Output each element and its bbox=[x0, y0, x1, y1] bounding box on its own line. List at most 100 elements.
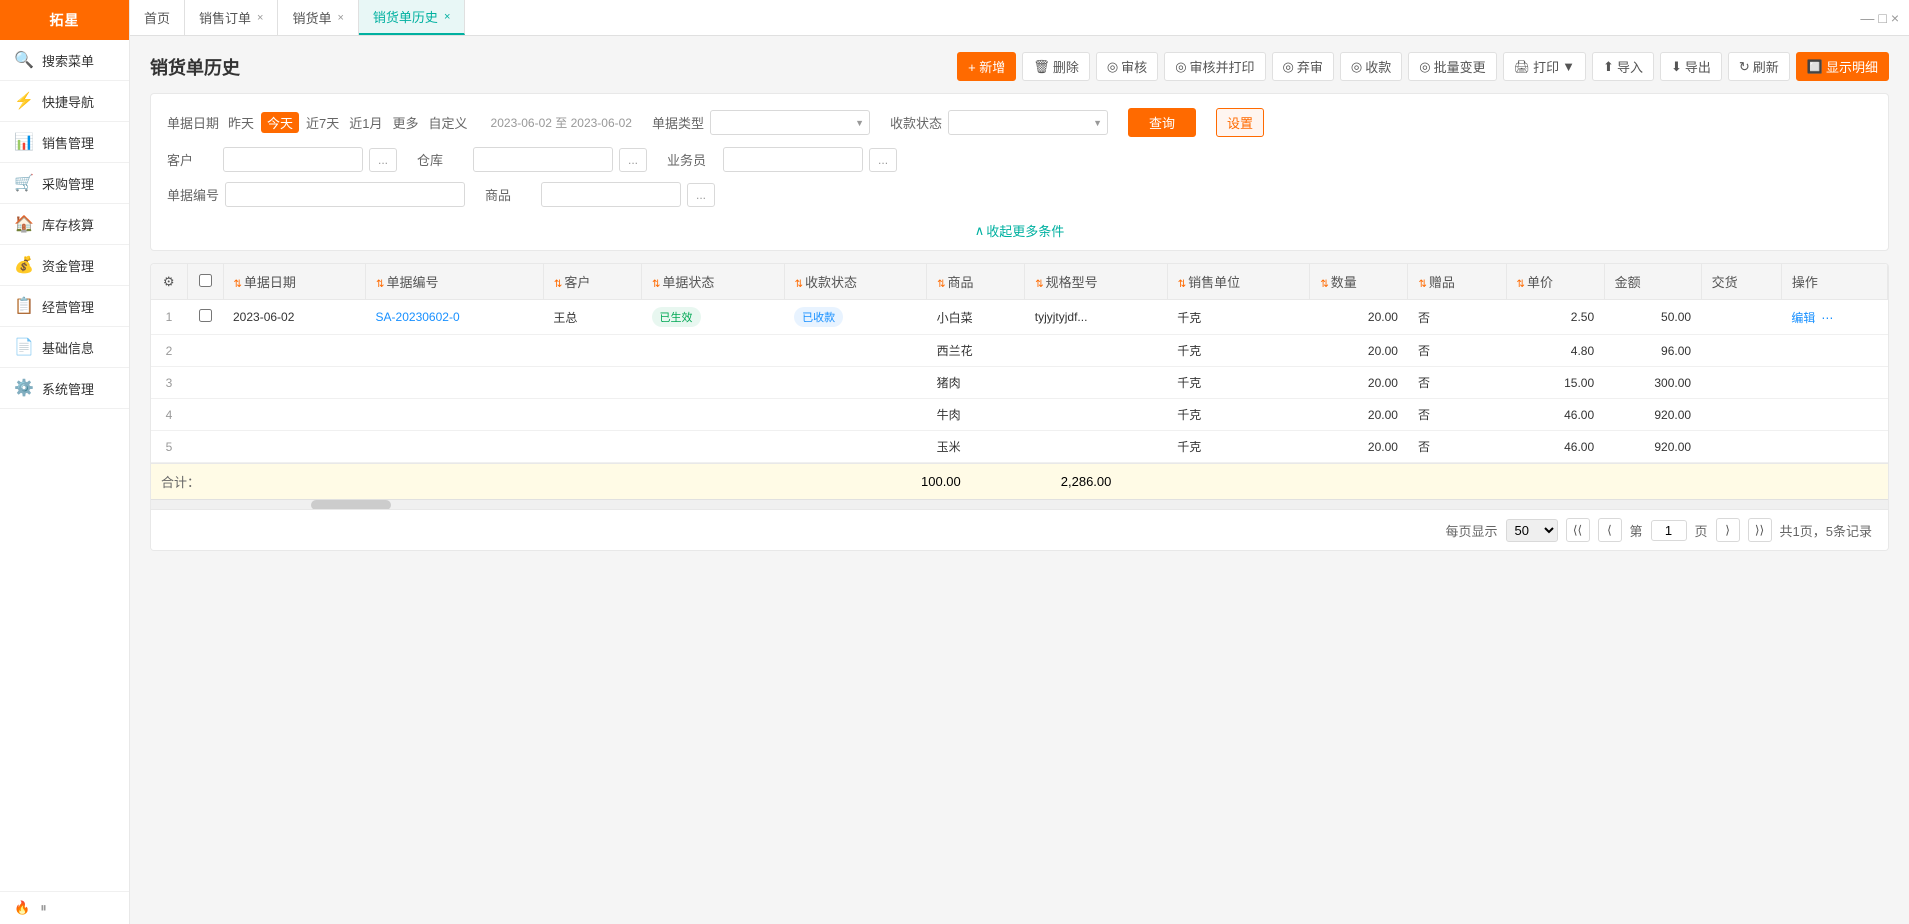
tab-sales-history-close[interactable]: × bbox=[444, 11, 450, 23]
cell-row-num: 5 bbox=[151, 431, 187, 463]
bill-status-badge: 已生效 bbox=[652, 307, 701, 327]
tab-home[interactable]: 首页 bbox=[130, 0, 185, 35]
first-page-button[interactable]: ⟨⟨ bbox=[1566, 518, 1590, 542]
th-gear[interactable]: ⚙ bbox=[151, 264, 187, 300]
th-gift[interactable]: ⇅赠品 bbox=[1408, 264, 1506, 300]
sidebar-item-sales-mgmt[interactable]: 📊 销售管理 bbox=[0, 122, 129, 163]
filter-bill-no-input[interactable] bbox=[225, 182, 465, 207]
select-all-checkbox[interactable] bbox=[199, 274, 212, 287]
sidebar-item-inventory[interactable]: 🏠 库存核算 bbox=[0, 204, 129, 245]
close-window-icon[interactable]: × bbox=[1891, 10, 1899, 26]
date-shortcut-yesterday[interactable]: 昨天 bbox=[225, 112, 257, 133]
filter-warehouse-ellipsis[interactable]: ... bbox=[619, 148, 647, 172]
row-checkbox[interactable] bbox=[199, 309, 212, 322]
date-shortcut-more[interactable]: 更多 bbox=[390, 112, 422, 133]
th-actions: 操作 bbox=[1781, 264, 1887, 300]
refresh-button[interactable]: ↻ 刷新 bbox=[1728, 52, 1790, 81]
sidebar-item-sys-mgmt[interactable]: ⚙️ 系统管理 bbox=[0, 368, 129, 409]
display-detail-button[interactable]: 🔲 显示明细 bbox=[1796, 52, 1889, 81]
filter-customer-input[interactable] bbox=[223, 147, 363, 172]
audit-print-button[interactable]: ◎ 审核并打印 bbox=[1164, 52, 1265, 81]
cell-qty: 20.00 bbox=[1310, 431, 1408, 463]
sidebar-item-finance-mgmt[interactable]: 💰 资金管理 bbox=[0, 245, 129, 286]
settings-button[interactable]: 设置 bbox=[1216, 108, 1264, 137]
th-customer[interactable]: ⇅客户 bbox=[543, 264, 641, 300]
th-unit[interactable]: ⇅销售单位 bbox=[1167, 264, 1310, 300]
abandon-button[interactable]: ◎ 弃审 bbox=[1272, 52, 1334, 81]
page-size-select[interactable]: 50 10 20 100 bbox=[1506, 519, 1558, 542]
maximize-icon[interactable]: □ bbox=[1878, 10, 1886, 26]
sidebar-fire-icon[interactable]: 🔥 bbox=[14, 900, 30, 916]
window-controls[interactable]: — □ × bbox=[1860, 10, 1909, 26]
export-button[interactable]: ⬇ 导出 bbox=[1660, 52, 1722, 81]
filter-collect-status-select[interactable] bbox=[948, 110, 1108, 135]
th-collect-status[interactable]: ⇅收款状态 bbox=[784, 264, 927, 300]
filter-salesperson-input[interactable] bbox=[723, 147, 863, 172]
th-bill-no[interactable]: ⇅单据编号 bbox=[366, 264, 544, 300]
date-shortcuts: 昨天 今天 近7天 近1月 更多 自定义 bbox=[225, 112, 471, 133]
tab-sales-order[interactable]: 销售订单 × bbox=[185, 0, 278, 35]
filter-goods-ellipsis[interactable]: ... bbox=[687, 183, 715, 207]
scrollbar-placeholder[interactable] bbox=[151, 499, 1888, 509]
more-link[interactable]: ⋯ bbox=[1821, 311, 1833, 325]
sidebar-item-ops-mgmt[interactable]: 📋 经营管理 bbox=[0, 286, 129, 327]
th-qty[interactable]: ⇅数量 bbox=[1310, 264, 1408, 300]
sidebar-item-purchase-mgmt[interactable]: 🛒 采购管理 bbox=[0, 163, 129, 204]
query-button[interactable]: 查询 bbox=[1128, 108, 1196, 137]
date-shortcut-7days[interactable]: 近7天 bbox=[303, 112, 342, 133]
bill-no-link[interactable]: SA-20230602-0 bbox=[376, 310, 460, 324]
page-number-input[interactable]: 1 bbox=[1651, 520, 1687, 541]
date-shortcut-today[interactable]: 今天 bbox=[261, 112, 299, 133]
prev-page-button[interactable]: ⟨ bbox=[1598, 518, 1622, 542]
tab-sales-goods-close[interactable]: × bbox=[337, 12, 343, 24]
th-goods[interactable]: ⇅商品 bbox=[927, 264, 1025, 300]
sidebar-item-quick-nav[interactable]: ⚡ 快捷导航 bbox=[0, 81, 129, 122]
cell-transaction bbox=[1701, 399, 1781, 431]
edit-link[interactable]: 编辑 bbox=[1791, 311, 1815, 325]
gear-icon[interactable]: ⚙ bbox=[163, 274, 175, 289]
filter-salesperson-ellipsis[interactable]: ... bbox=[869, 148, 897, 172]
filter-warehouse-input[interactable] bbox=[473, 147, 613, 172]
filter-row-1: 单据日期 昨天 今天 近7天 近1月 更多 自定义 2023-06-02 至 2… bbox=[167, 108, 1872, 137]
batch-change-button[interactable]: ◎ 批量变更 bbox=[1408, 52, 1496, 81]
th-bill-status[interactable]: ⇅单据状态 bbox=[642, 264, 785, 300]
th-price[interactable]: ⇅单价 bbox=[1506, 264, 1604, 300]
filter-customer-ellipsis[interactable]: ... bbox=[369, 148, 397, 172]
cell-checkbox[interactable] bbox=[187, 367, 223, 399]
page-label: 第 bbox=[1630, 521, 1643, 540]
audit-button[interactable]: ◎ 审核 bbox=[1096, 52, 1158, 81]
tab-sales-history[interactable]: 销货单历史 × bbox=[359, 0, 465, 35]
cell-checkbox[interactable] bbox=[187, 399, 223, 431]
th-spec[interactable]: ⇅规格型号 bbox=[1025, 264, 1168, 300]
collect-button[interactable]: ◎ 收款 bbox=[1340, 52, 1402, 81]
print-button[interactable]: 🖨 打印 ▼ bbox=[1503, 52, 1586, 81]
th-checkbox[interactable] bbox=[187, 264, 223, 300]
filter-type-select[interactable] bbox=[710, 110, 870, 135]
th-transaction[interactable]: 交货 bbox=[1701, 264, 1781, 300]
next-page-button[interactable]: ⟩ bbox=[1716, 518, 1740, 542]
delete-button[interactable]: 🗑 删除 bbox=[1022, 52, 1090, 81]
cell-qty: 20.00 bbox=[1310, 399, 1408, 431]
sidebar-pause-icon[interactable]: ⏸ bbox=[40, 900, 47, 916]
cell-date bbox=[223, 335, 366, 367]
cell-checkbox[interactable] bbox=[187, 335, 223, 367]
sidebar-item-search-menu[interactable]: 🔍 搜索菜单 bbox=[0, 40, 129, 81]
th-date[interactable]: ⇅单据日期 bbox=[223, 264, 366, 300]
last-page-button[interactable]: ⟩⟩ bbox=[1748, 518, 1772, 542]
filter-goods-input[interactable] bbox=[541, 182, 681, 207]
cell-goods: 玉米 bbox=[927, 431, 1025, 463]
sidebar-item-base-info[interactable]: 📄 基础信息 bbox=[0, 327, 129, 368]
import-button[interactable]: ⬆ 导入 bbox=[1592, 52, 1654, 81]
cell-checkbox[interactable] bbox=[187, 300, 223, 335]
cell-price: 4.80 bbox=[1506, 335, 1604, 367]
tab-sales-order-close[interactable]: × bbox=[257, 12, 263, 24]
add-button[interactable]: + 新增 bbox=[957, 52, 1016, 81]
cell-checkbox[interactable] bbox=[187, 431, 223, 463]
tab-sales-goods[interactable]: 销货单 × bbox=[278, 0, 358, 35]
print-icon: 🖨 bbox=[1514, 59, 1531, 75]
date-shortcut-custom[interactable]: 自定义 bbox=[426, 112, 471, 133]
collapse-button[interactable]: ∧ 收起更多条件 bbox=[975, 221, 1065, 240]
th-amount[interactable]: 金额 bbox=[1604, 264, 1701, 300]
date-shortcut-1month[interactable]: 近1月 bbox=[346, 112, 385, 133]
minimize-icon[interactable]: — bbox=[1860, 10, 1874, 26]
